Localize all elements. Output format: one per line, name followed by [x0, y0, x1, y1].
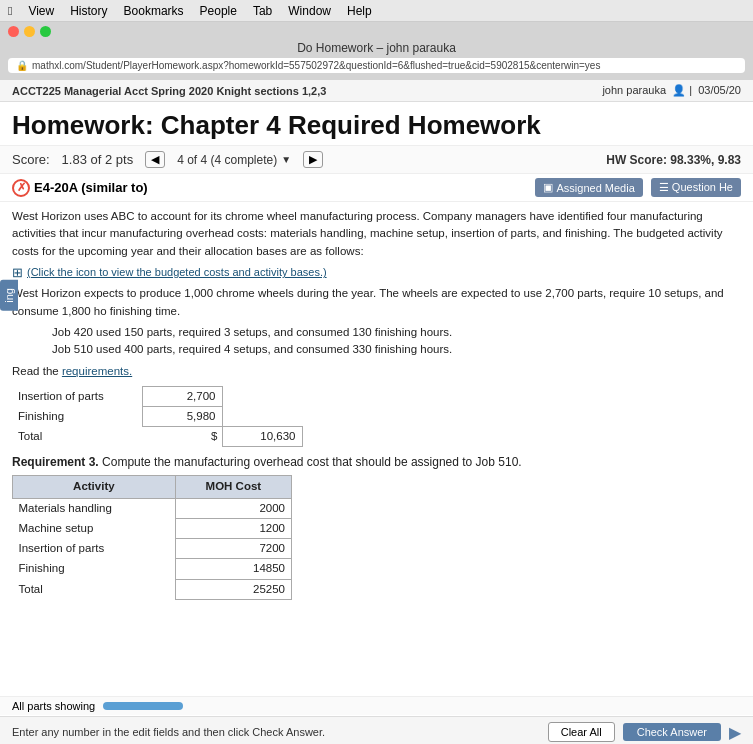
moh-value-cell[interactable]: 1200: [175, 518, 291, 538]
course-bar: ACCT225 Managerial Acct Spring 2020 Knig…: [0, 80, 753, 102]
minimize-button[interactable]: [24, 26, 35, 37]
address-text: mathxl.com/Student/PlayerHomework.aspx?h…: [32, 60, 600, 71]
question-help-button[interactable]: ☰ Question He: [651, 178, 741, 197]
page-title: Homework: Chapter 4 Required Homework: [0, 102, 753, 146]
req3-text: Compute the manufacturing overhead cost …: [102, 455, 522, 469]
table-row: Finishing 5,980: [12, 406, 302, 426]
table-link-text[interactable]: (Click the icon to view the budgeted cos…: [27, 264, 327, 281]
next-question-button[interactable]: ▶: [303, 151, 323, 168]
assigned-media-button[interactable]: ▣ Assigned Media: [535, 178, 643, 197]
sidebar-tab[interactable]: ing: [0, 280, 18, 311]
course-name: ACCT225 Managerial Acct Spring 2020 Knig…: [12, 85, 326, 97]
moh-table: Activity MOH Cost Materials handling2000…: [12, 475, 292, 600]
content-area: West Horizon uses ABC to account for its…: [0, 202, 753, 609]
mac-menu-bar:  View History Bookmarks People Tab Wind…: [0, 0, 753, 22]
row-label: Total: [12, 427, 142, 447]
table-row: Insertion of parts 2,700: [12, 386, 302, 406]
req3-label: Requirement 3. Compute the manufacturing…: [12, 453, 741, 471]
next-arrow[interactable]: ▶: [729, 723, 741, 742]
menu-window[interactable]: Window: [288, 4, 331, 18]
date: 03/05/20: [698, 84, 741, 96]
req3-bold: Requirement 3.: [12, 455, 99, 469]
table-row: Insertion of parts7200: [13, 539, 292, 559]
parts-label: All parts showing: [12, 700, 95, 712]
question-header: ✗ E4-20A (similar to) ▣ Assigned Media ☰…: [0, 174, 753, 202]
prev-question-button[interactable]: ◀: [145, 151, 165, 168]
username: john parauka: [602, 84, 666, 96]
activity-cell: Finishing: [13, 559, 176, 579]
dollar-sign: $: [142, 427, 222, 447]
traffic-lights: [8, 26, 745, 37]
moh-value-cell[interactable]: 25250: [175, 579, 291, 599]
moh-value-cell[interactable]: 14850: [175, 559, 291, 579]
score-label: Score:: [12, 152, 50, 167]
menu-history[interactable]: History: [70, 4, 107, 18]
row-value[interactable]: 5,980: [142, 406, 222, 426]
table-row: Total25250: [13, 579, 292, 599]
table-link[interactable]: ⊞ (Click the icon to view the budgeted c…: [12, 263, 741, 283]
table-row: Machine setup1200: [13, 518, 292, 538]
row-label: Insertion of parts: [12, 386, 142, 406]
menu-people[interactable]: People: [200, 4, 237, 18]
job-line-1: Job 420 used 150 parts, required 3 setup…: [52, 324, 741, 341]
problem-text-2: West Horizon expects to produce 1,000 ch…: [12, 285, 741, 320]
question-indicator: 4 of 4 (4 complete) ▼: [177, 153, 291, 167]
clear-all-button[interactable]: Clear All: [548, 722, 615, 742]
summary-table: Insertion of parts 2,700 Finishing 5,980…: [12, 386, 303, 448]
question-id: E4-20A (similar to): [34, 180, 148, 195]
activity-cell: Insertion of parts: [13, 539, 176, 559]
bottom-instruction: Enter any number in the edit fields and …: [12, 726, 540, 738]
maximize-button[interactable]: [40, 26, 51, 37]
dropdown-icon[interactable]: ▼: [281, 154, 291, 165]
activity-column-header: Activity: [13, 476, 176, 498]
row-value[interactable]: 2,700: [142, 386, 222, 406]
question-label: ✗ E4-20A (similar to): [12, 179, 148, 197]
hw-score: HW Score: 98.33%, 9.83: [606, 153, 741, 167]
activity-cell: Total: [13, 579, 176, 599]
browser-chrome: Do Homework – john parauka 🔒 mathxl.com/…: [0, 22, 753, 80]
table-row: Finishing14850: [13, 559, 292, 579]
menu-apple[interactable]: : [8, 4, 12, 18]
score-value: 1.83 of 2 pts: [62, 152, 134, 167]
job-line-2: Job 510 used 400 parts, required 4 setup…: [52, 341, 741, 358]
close-button[interactable]: [8, 26, 19, 37]
menu-view[interactable]: View: [28, 4, 54, 18]
wrong-icon: ✗: [12, 179, 30, 197]
cost-column-header: MOH Cost: [175, 476, 291, 498]
parts-progress-bar: [103, 702, 183, 710]
page-content: ACCT225 Managerial Acct Spring 2020 Knig…: [0, 80, 753, 744]
moh-value-cell[interactable]: 2000: [175, 498, 291, 518]
table-row: Total $ 10,630: [12, 427, 302, 447]
media-icon: ▣: [543, 181, 553, 194]
parts-bar: All parts showing: [0, 696, 753, 715]
menu-bookmarks[interactable]: Bookmarks: [124, 4, 184, 18]
job-lines: Job 420 used 150 parts, required 3 setup…: [12, 324, 741, 359]
read-requirements-text: Read the: [12, 365, 59, 377]
row-label: Finishing: [12, 406, 142, 426]
lock-icon: 🔒: [16, 60, 28, 71]
score-bar: Score: 1.83 of 2 pts ◀ 4 of 4 (4 complet…: [0, 146, 753, 174]
moh-value-cell[interactable]: 7200: [175, 539, 291, 559]
activity-cell: Materials handling: [13, 498, 176, 518]
tab-title: Do Homework – john parauka: [297, 41, 456, 55]
bottom-bar: Enter any number in the edit fields and …: [0, 716, 753, 744]
row-value[interactable]: 10,630: [222, 427, 302, 447]
requirements-link[interactable]: requirements.: [62, 365, 132, 377]
check-answer-button[interactable]: Check Answer: [623, 723, 721, 741]
activity-cell: Machine setup: [13, 518, 176, 538]
user-date: john parauka 👤 | 03/05/20: [602, 84, 741, 97]
address-bar[interactable]: 🔒 mathxl.com/Student/PlayerHomework.aspx…: [8, 58, 745, 73]
requirements-section: Read the requirements.: [12, 363, 741, 380]
moh-header-row: Activity MOH Cost: [13, 476, 292, 498]
menu-help[interactable]: Help: [347, 4, 372, 18]
table-row: Materials handling2000: [13, 498, 292, 518]
problem-text-1: West Horizon uses ABC to account for its…: [12, 208, 741, 260]
list-icon: ☰: [659, 181, 669, 193]
menu-tab[interactable]: Tab: [253, 4, 272, 18]
